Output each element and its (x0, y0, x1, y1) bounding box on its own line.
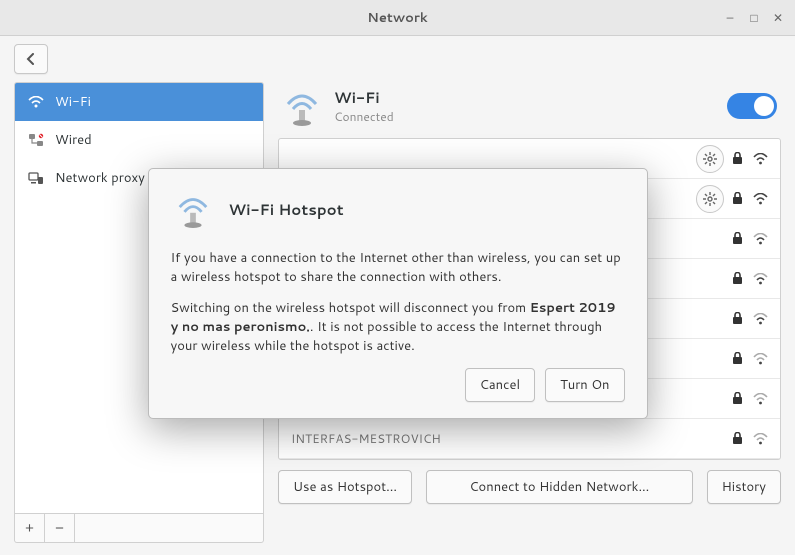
remove-connection-button[interactable]: − (45, 514, 75, 542)
lock-icon (732, 192, 743, 205)
signal-icon (753, 233, 768, 245)
gear-icon (703, 152, 717, 166)
sidebar-item-wifi[interactable]: Wi-Fi (15, 83, 263, 121)
network-settings-button[interactable] (696, 145, 724, 173)
minimize-button[interactable]: – (719, 7, 741, 29)
dialog-paragraph: Switching on the wireless hotspot will d… (171, 299, 625, 356)
gear-icon (703, 192, 717, 206)
lock-icon (732, 232, 743, 245)
wired-icon (27, 131, 45, 149)
add-connection-button[interactable]: + (15, 514, 45, 542)
signal-icon (753, 193, 768, 205)
wifi-header: Wi-Fi Connected (278, 82, 781, 128)
network-name: INTERFAS-MESTROVICH (291, 430, 724, 447)
lock-icon (732, 272, 743, 285)
wifi-header-text: Wi-Fi Connected (334, 87, 394, 125)
lock-icon (732, 352, 743, 365)
cancel-button[interactable]: Cancel (465, 368, 535, 402)
dialog-body: If you have a connection to the Internet… (171, 249, 625, 355)
wifi-device-icon (280, 84, 324, 128)
wifi-action-buttons: Use as Hotspot... Connect to Hidden Netw… (278, 470, 781, 504)
sidebar-item-wired[interactable]: Wired (15, 121, 263, 159)
history-button[interactable]: History (707, 470, 781, 504)
dialog-actions: Cancel Turn On (171, 368, 625, 402)
window-title: Network (0, 9, 795, 27)
connect-hidden-button[interactable]: Connect to Hidden Network... (426, 470, 693, 504)
toolbar (0, 36, 795, 82)
sidebar-item-label: Network proxy (55, 169, 145, 187)
signal-icon (753, 353, 768, 365)
titlebar: Network – □ ✕ (0, 0, 795, 36)
signal-icon (753, 393, 768, 405)
wifi-device-icon (171, 187, 215, 231)
signal-icon (753, 313, 768, 325)
back-button[interactable] (14, 44, 48, 74)
sidebar-item-label: Wired (55, 131, 92, 149)
wifi-status: Connected (334, 108, 394, 125)
network-settings-button[interactable] (696, 185, 724, 213)
close-button[interactable]: ✕ (767, 7, 789, 29)
wifi-toggle[interactable] (727, 93, 777, 119)
wifi-icon (27, 93, 45, 111)
dialog-title: Wi-Fi Hotspot (229, 199, 344, 220)
signal-icon (753, 433, 768, 445)
proxy-icon (27, 169, 45, 187)
sidebar-item-label: Wi-Fi (55, 93, 91, 111)
hotspot-dialog: Wi-Fi Hotspot If you have a connection t… (148, 168, 648, 418)
wifi-title: Wi-Fi (334, 87, 394, 108)
lock-icon (732, 392, 743, 405)
signal-icon (753, 273, 768, 285)
network-row[interactable]: INTERFAS-MESTROVICH (279, 419, 780, 459)
turn-on-button[interactable]: Turn On (545, 368, 624, 402)
sidebar-footer: + − (14, 514, 264, 543)
dialog-paragraph: If you have a connection to the Internet… (171, 249, 625, 287)
lock-icon (732, 432, 743, 445)
signal-icon (753, 153, 768, 165)
lock-icon (732, 152, 743, 165)
chevron-left-icon (26, 53, 36, 65)
lock-icon (732, 312, 743, 325)
use-as-hotspot-button[interactable]: Use as Hotspot... (278, 470, 412, 504)
maximize-button[interactable]: □ (743, 7, 765, 29)
